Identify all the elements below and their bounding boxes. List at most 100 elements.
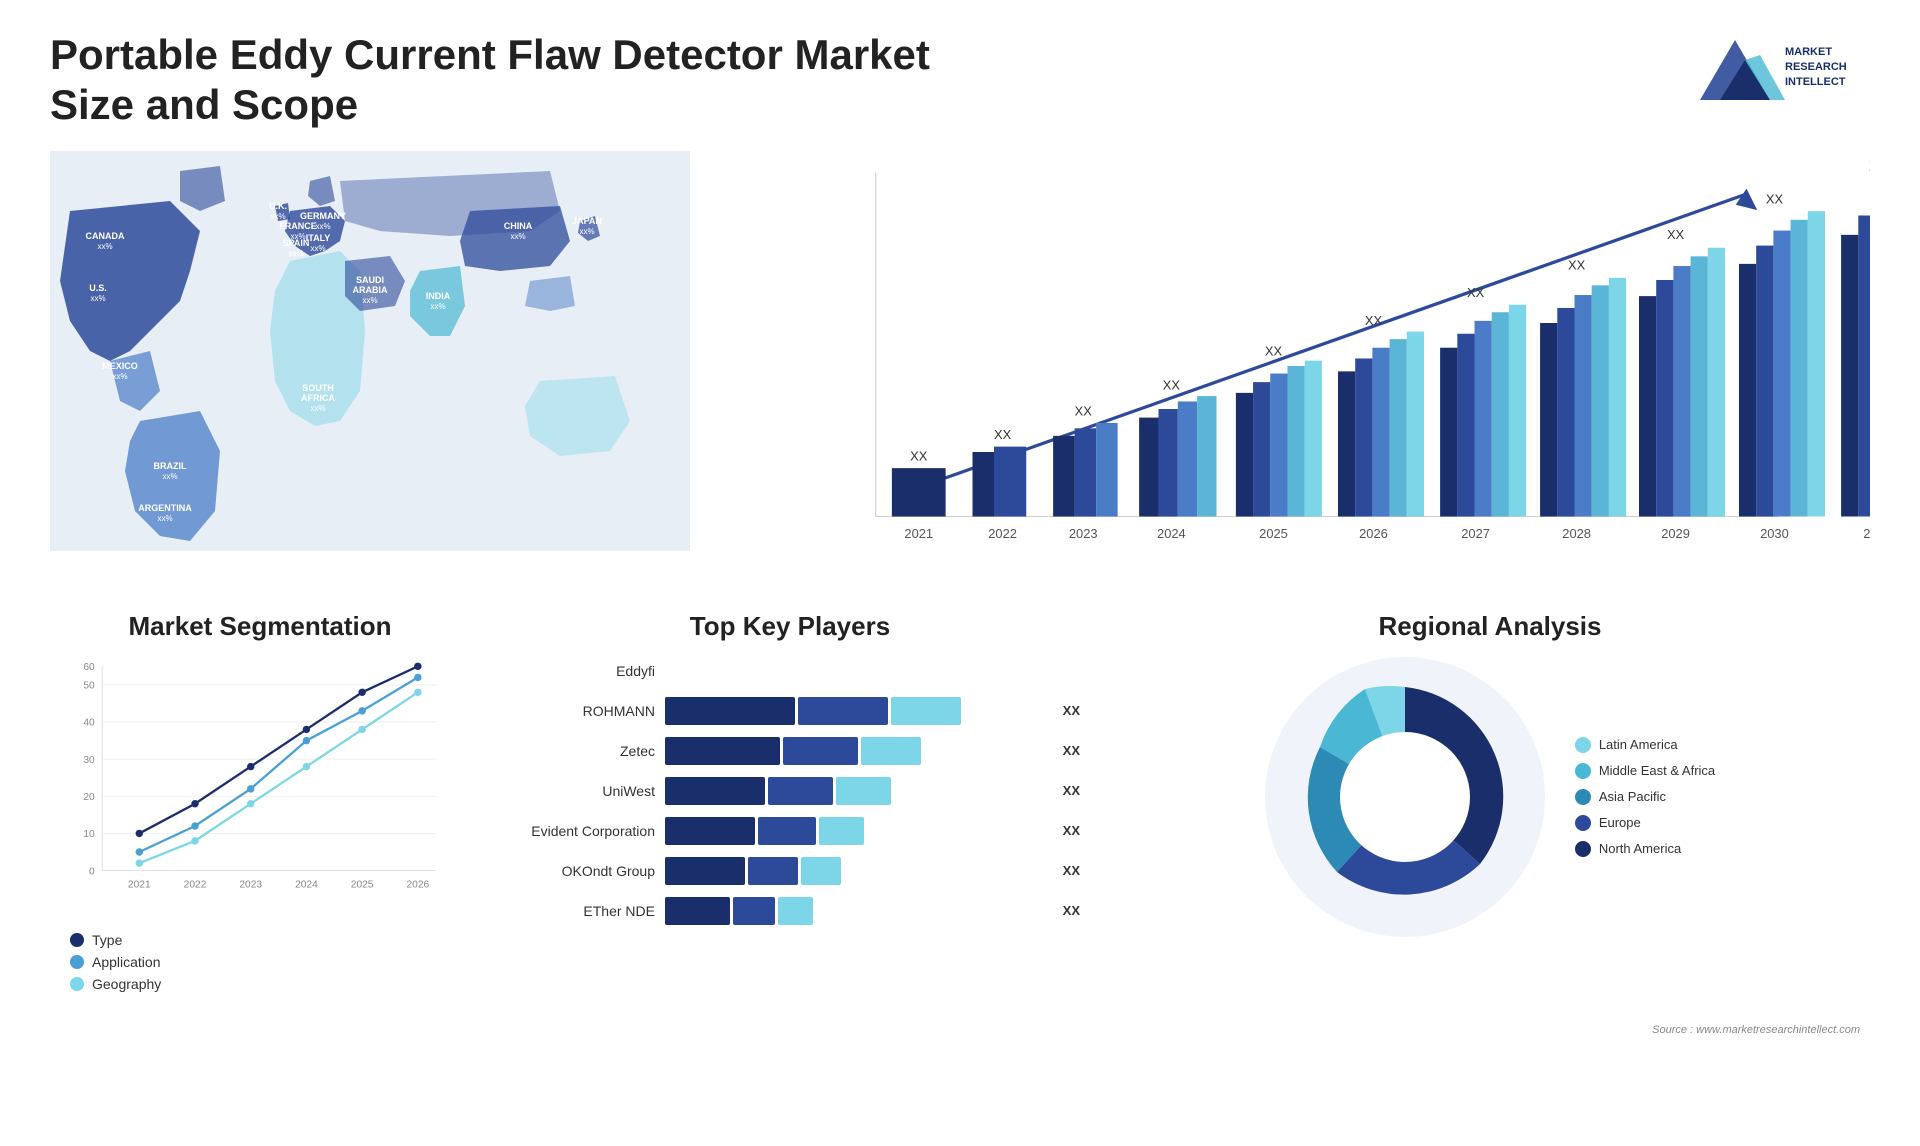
bar-seg-mid <box>783 737 858 765</box>
bar-seg-dark <box>665 737 780 765</box>
legend-application: Application <box>70 954 470 970</box>
svg-text:0: 0 <box>89 866 95 877</box>
player-row-uniwest: UniWest XX <box>500 777 1080 805</box>
legend-north-america: North America <box>1575 841 1715 857</box>
legend-latin-america-dot <box>1575 737 1591 753</box>
bar-seg-light <box>891 697 961 725</box>
svg-text:MEXICO: MEXICO <box>102 361 138 371</box>
donut-chart-svg <box>1265 657 1545 937</box>
player-bar-zetec <box>665 737 1048 765</box>
legend-geography: Geography <box>70 976 470 992</box>
player-xx-okondt: XX <box>1063 863 1080 878</box>
svg-text:XX: XX <box>1869 158 1870 173</box>
player-bar-okondt <box>665 857 1048 885</box>
svg-text:xx%: xx% <box>90 294 105 303</box>
svg-text:xx%: xx% <box>112 372 127 381</box>
svg-text:BRAZIL: BRAZIL <box>154 461 187 471</box>
svg-text:2025: 2025 <box>1259 526 1288 541</box>
bar-seg-light <box>819 817 864 845</box>
segmentation-section: Market Segmentation 0 10 20 30 40 50 60 <box>50 611 470 1041</box>
bottom-row: Market Segmentation 0 10 20 30 40 50 60 <box>50 611 1870 1041</box>
svg-text:2021: 2021 <box>904 526 933 541</box>
legend-latin-america: Latin America <box>1575 737 1715 753</box>
bar-seg-dark <box>665 857 745 885</box>
bar-chart-svg: XX 2021 XX 2022 XX 2023 XX 2024 <box>720 151 1870 581</box>
svg-text:SAUDI: SAUDI <box>356 275 384 285</box>
bar-seg-dark <box>665 777 765 805</box>
bar-seg-light <box>836 777 891 805</box>
svg-text:ARABIA: ARABIA <box>353 285 388 295</box>
svg-text:xx%: xx% <box>315 222 330 231</box>
header: Portable Eddy Current Flaw Detector Mark… <box>50 30 1870 131</box>
legend-geography-label: Geography <box>92 976 161 992</box>
svg-text:30: 30 <box>83 755 95 766</box>
svg-text:XX: XX <box>1365 313 1383 328</box>
svg-text:10: 10 <box>83 829 95 840</box>
svg-text:ARGENTINA: ARGENTINA <box>138 503 192 513</box>
svg-text:50: 50 <box>83 680 95 691</box>
player-xx-evident: XX <box>1063 823 1080 838</box>
bar-seg-mid <box>768 777 833 805</box>
legend-middle-east: Middle East & Africa <box>1575 763 1715 779</box>
bar-seg-mid <box>758 817 816 845</box>
bar-seg-mid <box>798 697 888 725</box>
player-name-uniwest: UniWest <box>500 783 655 799</box>
svg-text:CANADA: CANADA <box>86 231 125 241</box>
player-bar-evident <box>665 817 1048 845</box>
legend-europe: Europe <box>1575 815 1715 831</box>
regional-title: Regional Analysis <box>1110 611 1870 642</box>
legend-north-america-label: North America <box>1599 841 1681 856</box>
svg-text:SOUTH: SOUTH <box>302 383 334 393</box>
world-map-svg: CANADA xx% U.S. xx% MEXICO xx% BRAZIL xx… <box>50 151 690 551</box>
svg-text:2029: 2029 <box>1661 526 1690 541</box>
bar-seg-dark <box>665 817 755 845</box>
legend-europe-label: Europe <box>1599 815 1641 830</box>
player-row-rohmann: ROHMANN XX <box>500 697 1080 725</box>
svg-text:40: 40 <box>83 717 95 728</box>
player-name-ether: ETher NDE <box>500 903 655 919</box>
svg-text:AFRICA: AFRICA <box>301 393 335 403</box>
legend-middle-east-dot <box>1575 763 1591 779</box>
svg-text:XX: XX <box>910 448 928 463</box>
svg-text:XX: XX <box>1075 403 1093 418</box>
svg-text:2023: 2023 <box>239 879 262 890</box>
donut-container: Latin America Middle East & Africa Asia … <box>1110 657 1870 937</box>
top-row: CANADA xx% U.S. xx% MEXICO xx% BRAZIL xx… <box>50 151 1870 581</box>
player-name-rohmann: ROHMANN <box>500 703 655 719</box>
bar-seg-light <box>861 737 921 765</box>
svg-text:xx%: xx% <box>362 296 377 305</box>
legend-application-dot <box>70 955 84 969</box>
svg-text:20: 20 <box>83 792 95 803</box>
svg-text:60: 60 <box>83 662 95 673</box>
svg-text:2030: 2030 <box>1760 526 1789 541</box>
svg-text:CHINA: CHINA <box>504 221 533 231</box>
svg-text:XX: XX <box>1265 343 1283 358</box>
legend-asia-pacific-dot <box>1575 789 1591 805</box>
bar-seg-dark <box>665 897 730 925</box>
svg-text:XX: XX <box>1766 191 1784 206</box>
bar-seg-light <box>801 857 841 885</box>
legend-asia-pacific-label: Asia Pacific <box>1599 789 1666 804</box>
svg-text:XX: XX <box>1467 285 1485 300</box>
svg-text:xx%: xx% <box>270 212 285 221</box>
svg-text:2025: 2025 <box>351 879 374 890</box>
donut-legend: Latin America Middle East & Africa Asia … <box>1575 737 1715 857</box>
svg-text:2026: 2026 <box>407 879 430 890</box>
player-bar-uniwest <box>665 777 1048 805</box>
svg-text:ITALY: ITALY <box>306 233 331 243</box>
segmentation-legend: Type Application Geography <box>50 932 470 992</box>
bar-chart-section: XX 2021 XX 2022 XX 2023 XX 2024 <box>720 151 1870 581</box>
svg-text:2022: 2022 <box>988 526 1017 541</box>
regional-section: Regional Analysis <box>1110 611 1870 1041</box>
svg-text:XX: XX <box>1163 377 1181 392</box>
player-name-eddyfi: Eddyfi <box>500 663 655 679</box>
svg-text:FRANCE: FRANCE <box>279 221 317 231</box>
svg-text:2024: 2024 <box>1157 526 1186 541</box>
player-name-okondt: OKOndt Group <box>500 863 655 879</box>
legend-type: Type <box>70 932 470 948</box>
bar-seg-mid <box>733 897 775 925</box>
svg-text:GERMANY: GERMANY <box>300 211 346 221</box>
svg-text:2028: 2028 <box>1562 526 1591 541</box>
svg-text:xx%: xx% <box>310 404 325 413</box>
svg-text:U.S.: U.S. <box>89 283 107 293</box>
